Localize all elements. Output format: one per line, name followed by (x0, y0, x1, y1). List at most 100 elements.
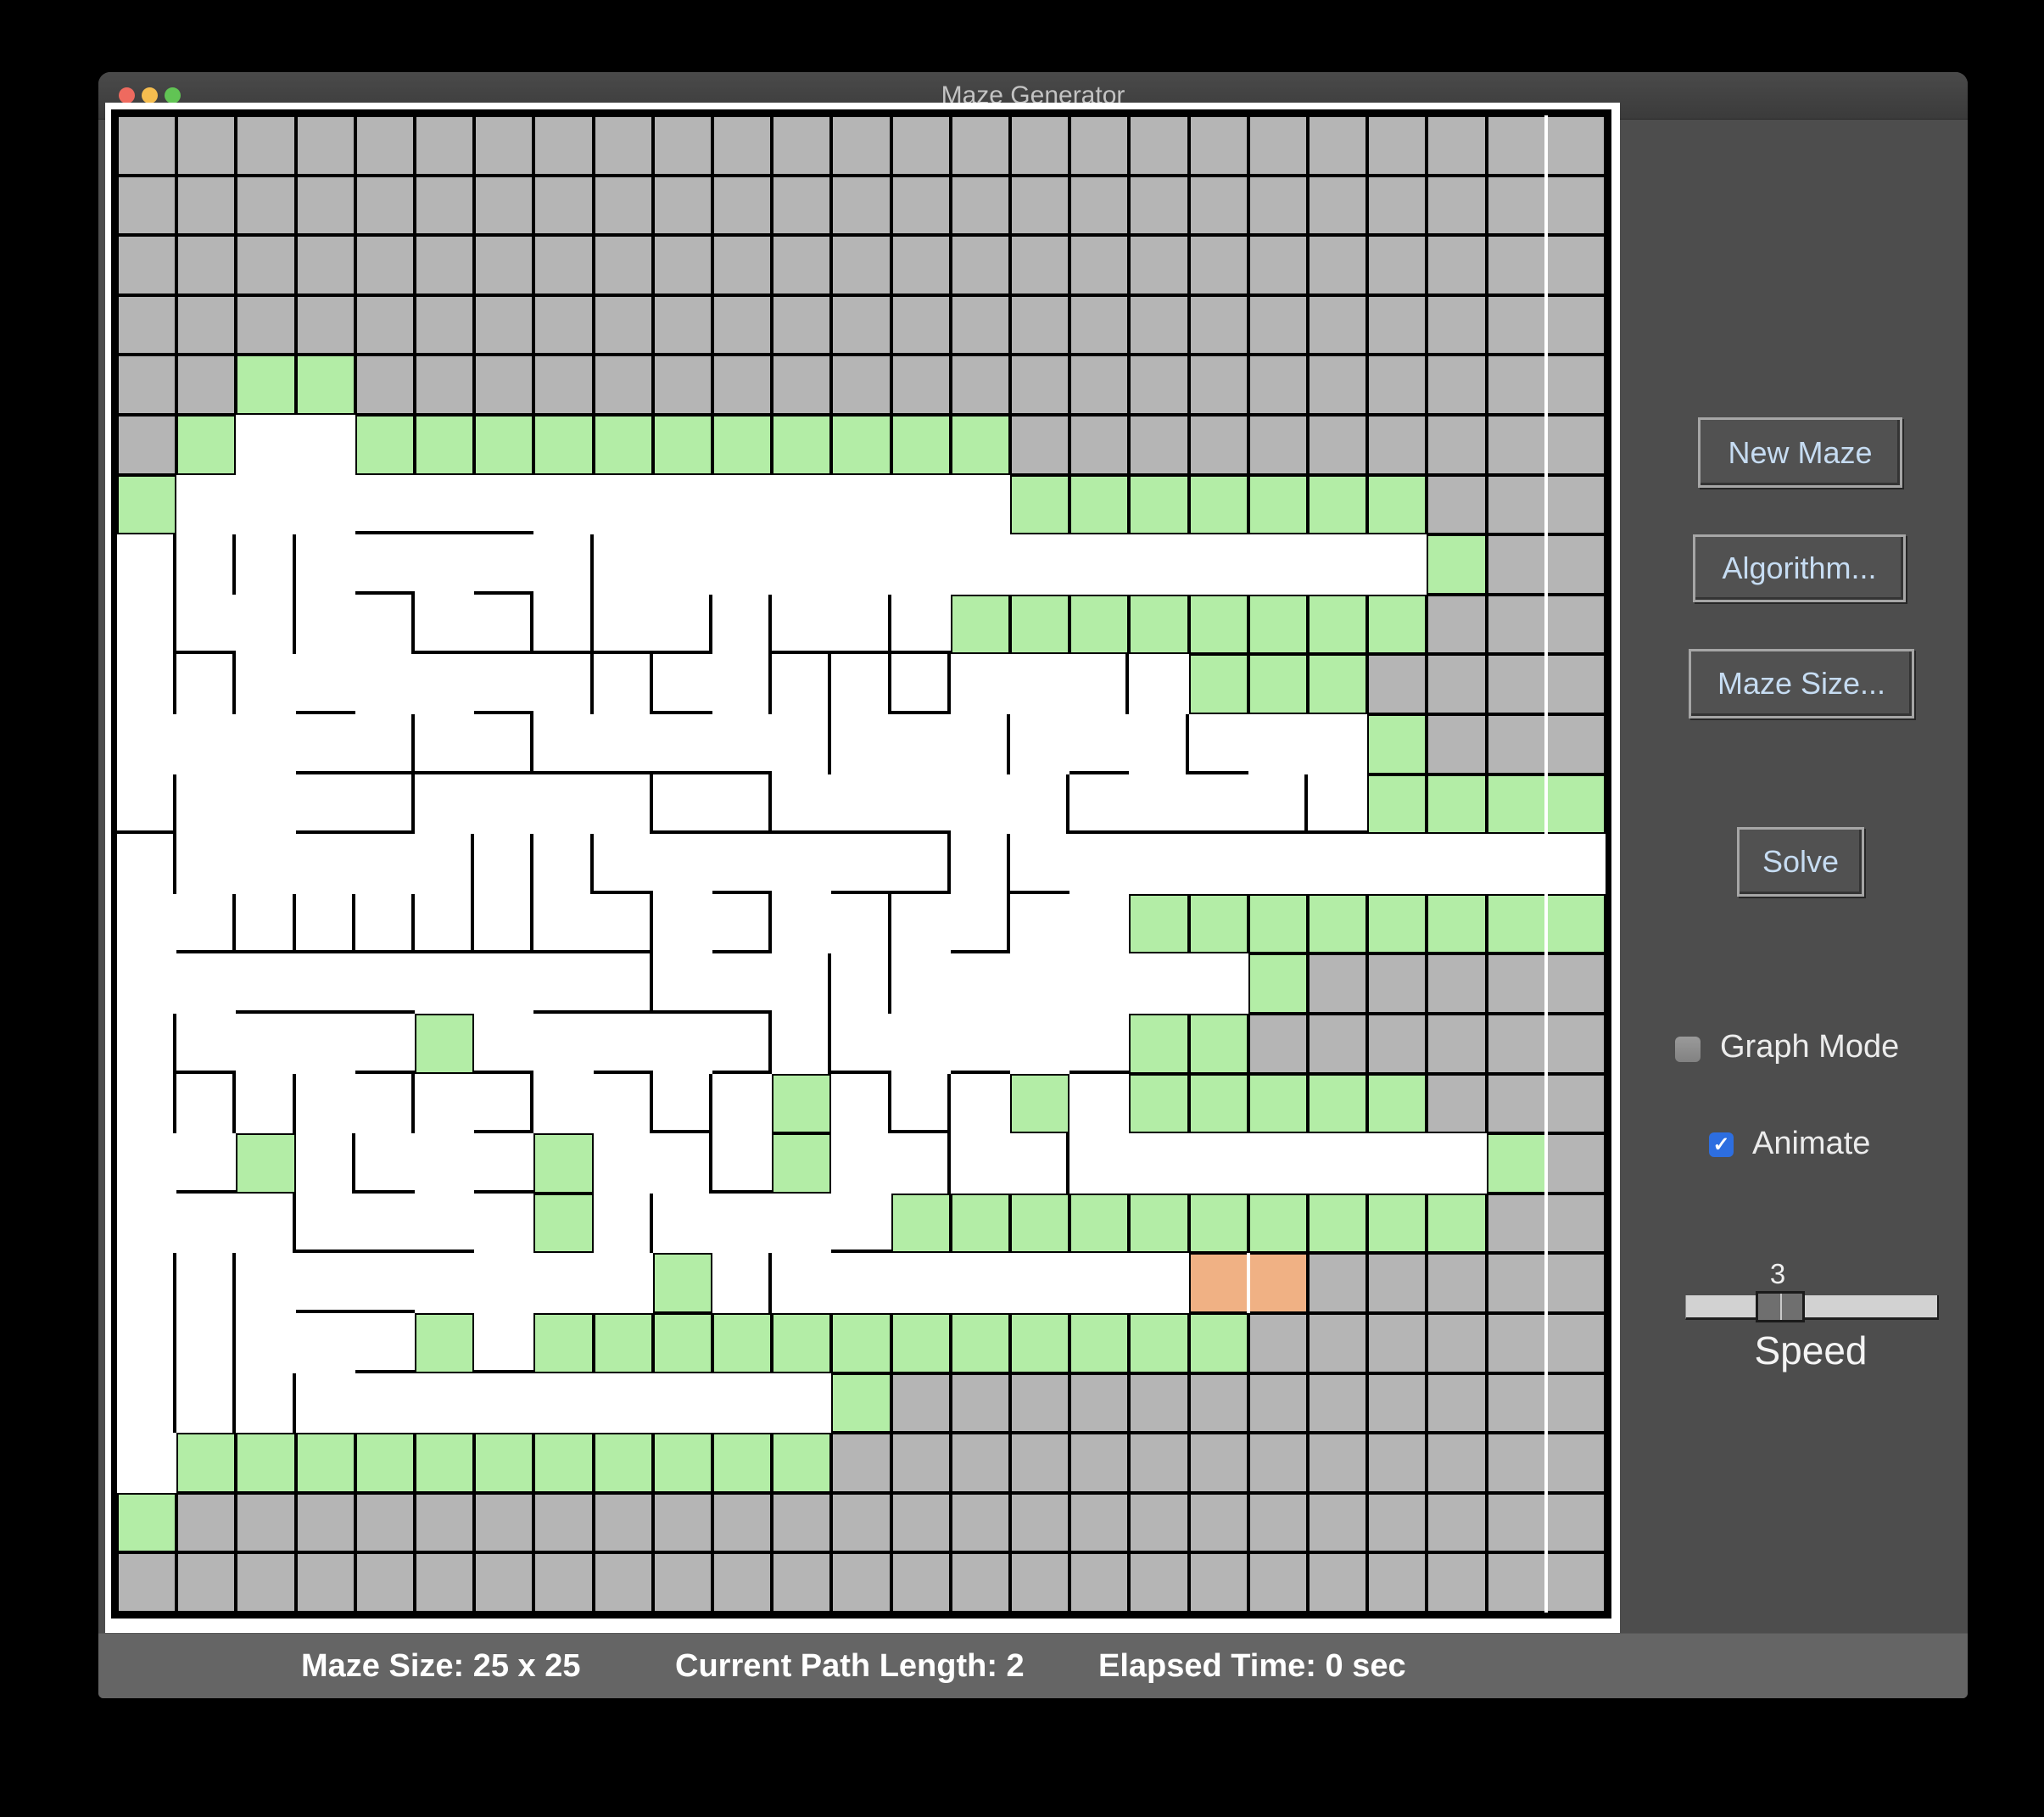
maze-cell (593, 953, 653, 1014)
maze-cell (1069, 294, 1130, 355)
maze-cell (831, 1433, 891, 1493)
status-elapsed-time: Elapsed Time: 0 sec (1098, 1648, 1406, 1684)
maze-cell (1129, 474, 1189, 535)
column-divider-line (1544, 115, 1548, 1613)
maze-cell (295, 953, 355, 1014)
maze-cell (1307, 1552, 1368, 1613)
maze-cell (414, 1253, 475, 1313)
maze-cell (236, 1193, 296, 1254)
maze-cell (1069, 1552, 1130, 1613)
maze-cell (1129, 1013, 1189, 1074)
maze-cell (593, 294, 653, 355)
maze-cell (176, 1253, 237, 1313)
maze-cell (712, 355, 773, 415)
maze-cell (950, 235, 1010, 295)
status-bar: Maze Size: 25 x 25 Current Path Length: … (98, 1633, 1968, 1698)
maze-cell (593, 235, 653, 295)
maze-cell (831, 774, 891, 835)
maze-cell (236, 1433, 296, 1493)
maze-cell (1129, 414, 1189, 475)
maze-cell (295, 1193, 355, 1254)
maze-cell (712, 1492, 773, 1553)
maze-cell (1486, 1373, 1546, 1434)
maze-grid (111, 109, 1611, 1619)
maze-cell (236, 355, 296, 415)
graph-mode-checkbox[interactable] (1675, 1037, 1701, 1062)
solve-button[interactable]: Solve (1737, 827, 1864, 897)
maze-cell (355, 1013, 415, 1074)
maze-cell (891, 774, 951, 835)
maze-size-button[interactable]: Maze Size... (1689, 649, 1914, 718)
close-button-icon[interactable] (119, 87, 135, 103)
maze-cell (355, 893, 415, 954)
maze-cell (414, 1013, 475, 1074)
algorithm-button[interactable]: Algorithm... (1693, 534, 1906, 602)
maze-cell (1427, 1253, 1487, 1313)
maze-cell (1129, 594, 1189, 655)
maze-cell (652, 1013, 712, 1074)
maze-cell (1545, 713, 1606, 774)
maze-cell (652, 294, 712, 355)
maze-cell (1129, 175, 1189, 236)
maze-cell (652, 414, 712, 475)
maze-cell (1069, 953, 1130, 1014)
maze-cell (1307, 534, 1368, 595)
maze-cell (1486, 1073, 1546, 1134)
maze-cell (1069, 713, 1130, 774)
maze-cell (891, 1073, 951, 1134)
maze-cell (236, 534, 296, 595)
maze-cell (950, 534, 1010, 595)
maze-cell (1367, 1253, 1427, 1313)
maze-cell (1129, 235, 1189, 295)
maze-cell (355, 713, 415, 774)
maze-cell (593, 534, 653, 595)
speed-slider-track[interactable] (1685, 1295, 1939, 1320)
maze-cell (295, 1013, 355, 1074)
maze-cell (1009, 1073, 1070, 1134)
maze-cell (1545, 1013, 1606, 1074)
zoom-button-icon[interactable] (165, 87, 181, 103)
new-maze-button[interactable]: New Maze (1698, 417, 1902, 488)
speed-slider-handle[interactable] (1756, 1291, 1805, 1322)
maze-cell (414, 1552, 475, 1613)
maze-cell (1248, 1133, 1308, 1194)
maze-cell (1486, 355, 1546, 415)
maze-cell (831, 534, 891, 595)
maze-cell (236, 1312, 296, 1373)
maze-cell (1009, 294, 1070, 355)
maze-cell (236, 474, 296, 535)
maze-cell (1367, 953, 1427, 1014)
maze-cell (1367, 1492, 1427, 1553)
maze-cell (236, 1492, 296, 1553)
maze-cell (1129, 1133, 1189, 1194)
maze-cell (533, 235, 594, 295)
maze-cell (1545, 594, 1606, 655)
maze-cell (772, 414, 832, 475)
maze-cell (236, 834, 296, 894)
maze-cell (1129, 1373, 1189, 1434)
maze-cell (1427, 774, 1487, 835)
maze-cell (950, 1552, 1010, 1613)
maze-cell (1367, 1073, 1427, 1134)
minimize-button-icon[interactable] (142, 87, 158, 103)
maze-cell (712, 834, 773, 894)
maze-cell (1188, 1193, 1248, 1254)
maze-cell (1129, 115, 1189, 176)
graph-mode-label: Graph Mode (1720, 1029, 1900, 1065)
maze-cell (474, 534, 534, 595)
maze-cell (1248, 115, 1308, 176)
maze-cell (1307, 414, 1368, 475)
animate-checkbox[interactable]: ✓ (1709, 1132, 1734, 1157)
maze-cell (1248, 235, 1308, 295)
maze-cell (772, 534, 832, 595)
maze-cell (533, 713, 594, 774)
maze-cell (474, 834, 534, 894)
maze-cell (117, 1492, 177, 1553)
maze-cell (414, 414, 475, 475)
maze-cell (652, 893, 712, 954)
maze-cell (1307, 1433, 1368, 1493)
maze-cell (950, 1433, 1010, 1493)
maze-cell (295, 1253, 355, 1313)
maze-cell (772, 1013, 832, 1074)
maze-cell (891, 294, 951, 355)
